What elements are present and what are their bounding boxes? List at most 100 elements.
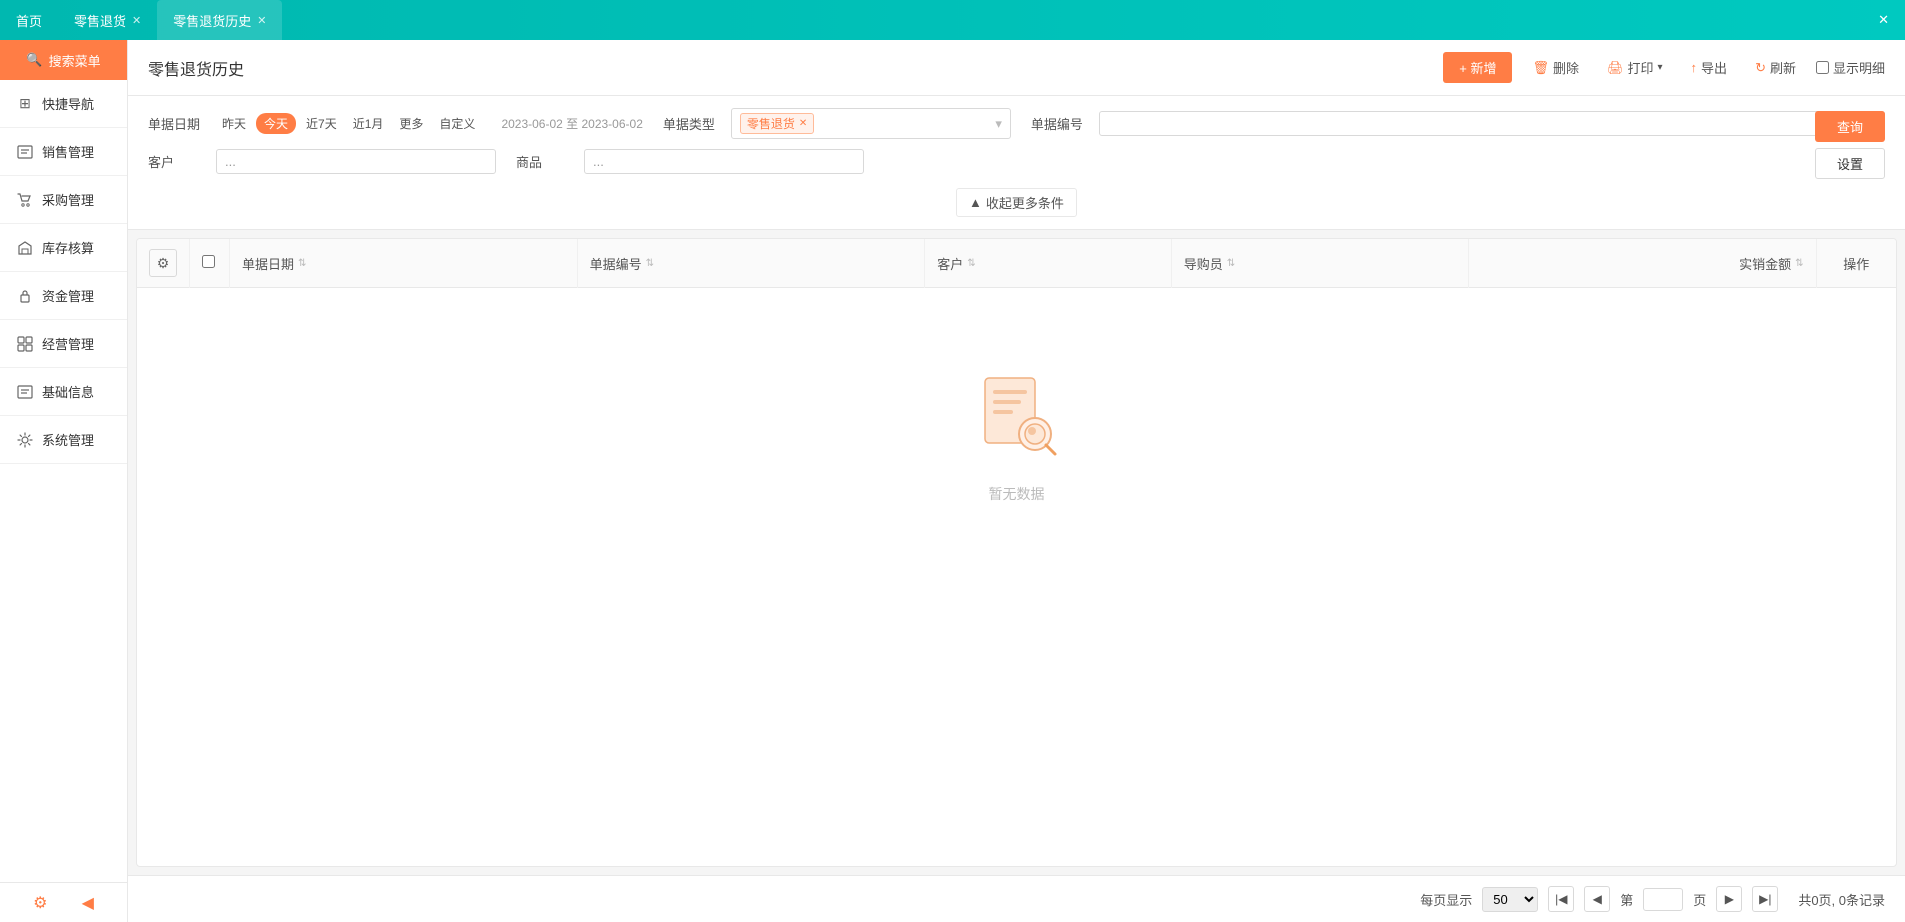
date-range-value: 2023-06-02 至 2023-06-02 — [501, 115, 642, 132]
type-tag-close[interactable]: ✕ — [799, 118, 807, 129]
th-guide-sortable[interactable]: 导购员 ⇅ — [1184, 254, 1456, 273]
type-tag: 零售退货 ✕ — [740, 113, 814, 134]
sidebar-item-sales-mgmt-label: 销售管理 — [42, 142, 94, 161]
th-amount-sortable[interactable]: 实销金额 ⇅ — [1481, 254, 1804, 273]
header-actions: + 新增 🗑 删除 🖨 打印 ▾ ↑ 导出 ↻ 刷新 — [1443, 52, 1885, 83]
filter-row-2: 客户 ... 商品 ... — [148, 149, 1885, 174]
th-amount: 实销金额 ⇅ — [1468, 239, 1816, 288]
sidebar-item-finance-mgmt-label: 资金管理 — [42, 286, 94, 305]
customer-select[interactable]: ... — [216, 149, 496, 174]
sidebar-search[interactable]: 🔍 搜索菜单 — [0, 40, 127, 80]
delete-button[interactable]: 🗑 删除 — [1524, 54, 1587, 81]
tab-retail-return-history-close[interactable]: ✕ — [257, 14, 266, 27]
table-header: ⚙ 单据日期 ⇅ 单据编号 — [137, 239, 1896, 288]
print-button[interactable]: 🖨 打印 ▾ — [1599, 54, 1671, 81]
type-select[interactable]: 零售退货 ✕ ▾ — [731, 108, 1011, 139]
empty-icon — [967, 368, 1067, 468]
select-all-checkbox[interactable] — [202, 255, 215, 268]
th-amount-sort-icon: ⇅ — [1795, 258, 1803, 269]
collapse-btn[interactable]: ▲ 收起更多条件 — [956, 188, 1077, 217]
th-guide: 导购员 ⇅ — [1171, 239, 1468, 288]
goods-ellipsis: ... — [593, 154, 604, 169]
number-filter: 单据编号 — [1031, 111, 1885, 136]
date-btn-more[interactable]: 更多 — [393, 113, 429, 134]
settings-bottom-icon[interactable]: ⚙ — [33, 893, 47, 913]
sidebar-item-quick-nav[interactable]: ⊞ 快捷导航 — [0, 80, 127, 128]
page-size-select[interactable]: 20 50 100 — [1482, 887, 1538, 912]
sidebar-item-basic-info[interactable]: 基础信息 — [0, 368, 127, 416]
customer-ellipsis: ... — [225, 154, 236, 169]
sales-mgmt-icon — [16, 143, 34, 161]
page-number-input[interactable]: 1 — [1643, 888, 1683, 911]
th-checkbox — [190, 239, 230, 288]
tab-retail-return-close[interactable]: ✕ — [132, 14, 141, 27]
number-filter-label: 单据编号 — [1031, 114, 1091, 133]
goods-filter-label: 商品 — [516, 152, 576, 171]
tab-home-label: 首页 — [16, 11, 42, 30]
sidebar-nav: ⊞ 快捷导航 销售管理 采购管理 库存核算 — [0, 80, 127, 882]
sidebar-item-finance-mgmt[interactable]: 资金管理 — [0, 272, 127, 320]
page-size-label: 每页显示 — [1420, 890, 1472, 909]
empty-state: 暂无数据 — [137, 288, 1896, 584]
th-customer-label: 客户 — [937, 254, 963, 273]
sidebar-item-system-mgmt[interactable]: 系统管理 — [0, 416, 127, 464]
display-detail-toggle[interactable]: 显示明细 — [1816, 58, 1885, 77]
settings-button[interactable]: 设置 — [1815, 148, 1885, 179]
collapse-sidebar-icon[interactable]: ◀ — [82, 893, 94, 913]
collapse-up-icon: ▲ — [969, 195, 982, 210]
export-icon: ↑ — [1691, 60, 1698, 75]
refresh-button[interactable]: ↻ 刷新 — [1747, 54, 1804, 81]
date-btn-custom[interactable]: 自定义 — [433, 113, 481, 134]
goods-select[interactable]: ... — [584, 149, 864, 174]
operations-mgmt-icon — [16, 335, 34, 353]
date-btn-yesterday[interactable]: 昨天 — [216, 113, 252, 134]
refresh-icon: ↻ — [1755, 60, 1766, 76]
customer-filter: 客户 ... — [148, 149, 496, 174]
system-mgmt-icon — [16, 431, 34, 449]
sidebar: 🔍 搜索菜单 ⊞ 快捷导航 销售管理 采购管理 — [0, 40, 128, 922]
tab-retail-return-history-label: 零售退货历史 — [173, 11, 251, 30]
data-table: ⚙ 单据日期 ⇅ 单据编号 — [137, 239, 1896, 288]
inventory-icon — [16, 239, 34, 257]
sidebar-item-system-mgmt-label: 系统管理 — [42, 430, 94, 449]
tab-retail-return-history[interactable]: 零售退货历史 ✕ — [157, 0, 282, 40]
window-close-btn[interactable]: ✕ — [1878, 12, 1905, 28]
pagination-bar: 每页显示 20 50 100 |◀ ◀ 第 1 页 ▶ ▶| 共0页, 0条记录 — [128, 875, 1905, 922]
th-number-label: 单据编号 — [590, 254, 642, 273]
number-filter-input[interactable] — [1099, 111, 1885, 136]
export-button[interactable]: ↑ 导出 — [1683, 54, 1736, 81]
next-page-btn[interactable]: ▶ — [1716, 886, 1742, 912]
date-filter-label: 单据日期 — [148, 114, 208, 133]
sidebar-item-sales-mgmt[interactable]: 销售管理 — [0, 128, 127, 176]
sidebar-item-inventory[interactable]: 库存核算 — [0, 224, 127, 272]
table-settings-btn[interactable]: ⚙ — [149, 249, 177, 277]
query-button[interactable]: 查询 — [1815, 111, 1885, 142]
print-dropdown-icon: ▾ — [1658, 62, 1663, 73]
prev-page-btn[interactable]: ◀ — [1584, 886, 1610, 912]
first-page-btn[interactable]: |◀ — [1548, 886, 1574, 912]
th-customer-sortable[interactable]: 客户 ⇅ — [937, 254, 1159, 273]
search-icon: 🔍 — [26, 52, 42, 68]
add-button[interactable]: + 新增 — [1443, 52, 1512, 83]
last-page-btn[interactable]: ▶| — [1752, 886, 1778, 912]
sidebar-item-quick-nav-label: 快捷导航 — [42, 94, 94, 113]
sidebar-item-purchase-mgmt[interactable]: 采购管理 — [0, 176, 127, 224]
th-guide-sort-icon: ⇅ — [1227, 258, 1235, 269]
sidebar-item-operations-mgmt[interactable]: 经营管理 — [0, 320, 127, 368]
type-select-arrow: ▾ — [995, 116, 1002, 132]
date-btn-group: 昨天 今天 近7天 近1月 更多 自定义 — [216, 113, 481, 134]
top-bar: 首页 零售退货 ✕ 零售退货历史 ✕ ✕ — [0, 0, 1905, 40]
th-date-sortable[interactable]: 单据日期 ⇅ — [242, 254, 565, 273]
date-btn-7days[interactable]: 近7天 — [300, 113, 343, 134]
date-btn-1month[interactable]: 近1月 — [347, 113, 390, 134]
tab-retail-return[interactable]: 零售退货 ✕ — [58, 0, 157, 40]
sidebar-search-label: 搜索菜单 — [49, 51, 101, 70]
date-btn-today[interactable]: 今天 — [256, 113, 296, 134]
th-number-sortable[interactable]: 单据编号 ⇅ — [590, 254, 913, 273]
purchase-mgmt-icon — [16, 191, 34, 209]
th-amount-label: 实销金额 — [1739, 254, 1791, 273]
type-tag-label: 零售退货 — [747, 115, 795, 132]
display-detail-checkbox[interactable] — [1816, 61, 1829, 74]
tab-home[interactable]: 首页 — [0, 0, 58, 40]
finance-mgmt-icon — [16, 287, 34, 305]
